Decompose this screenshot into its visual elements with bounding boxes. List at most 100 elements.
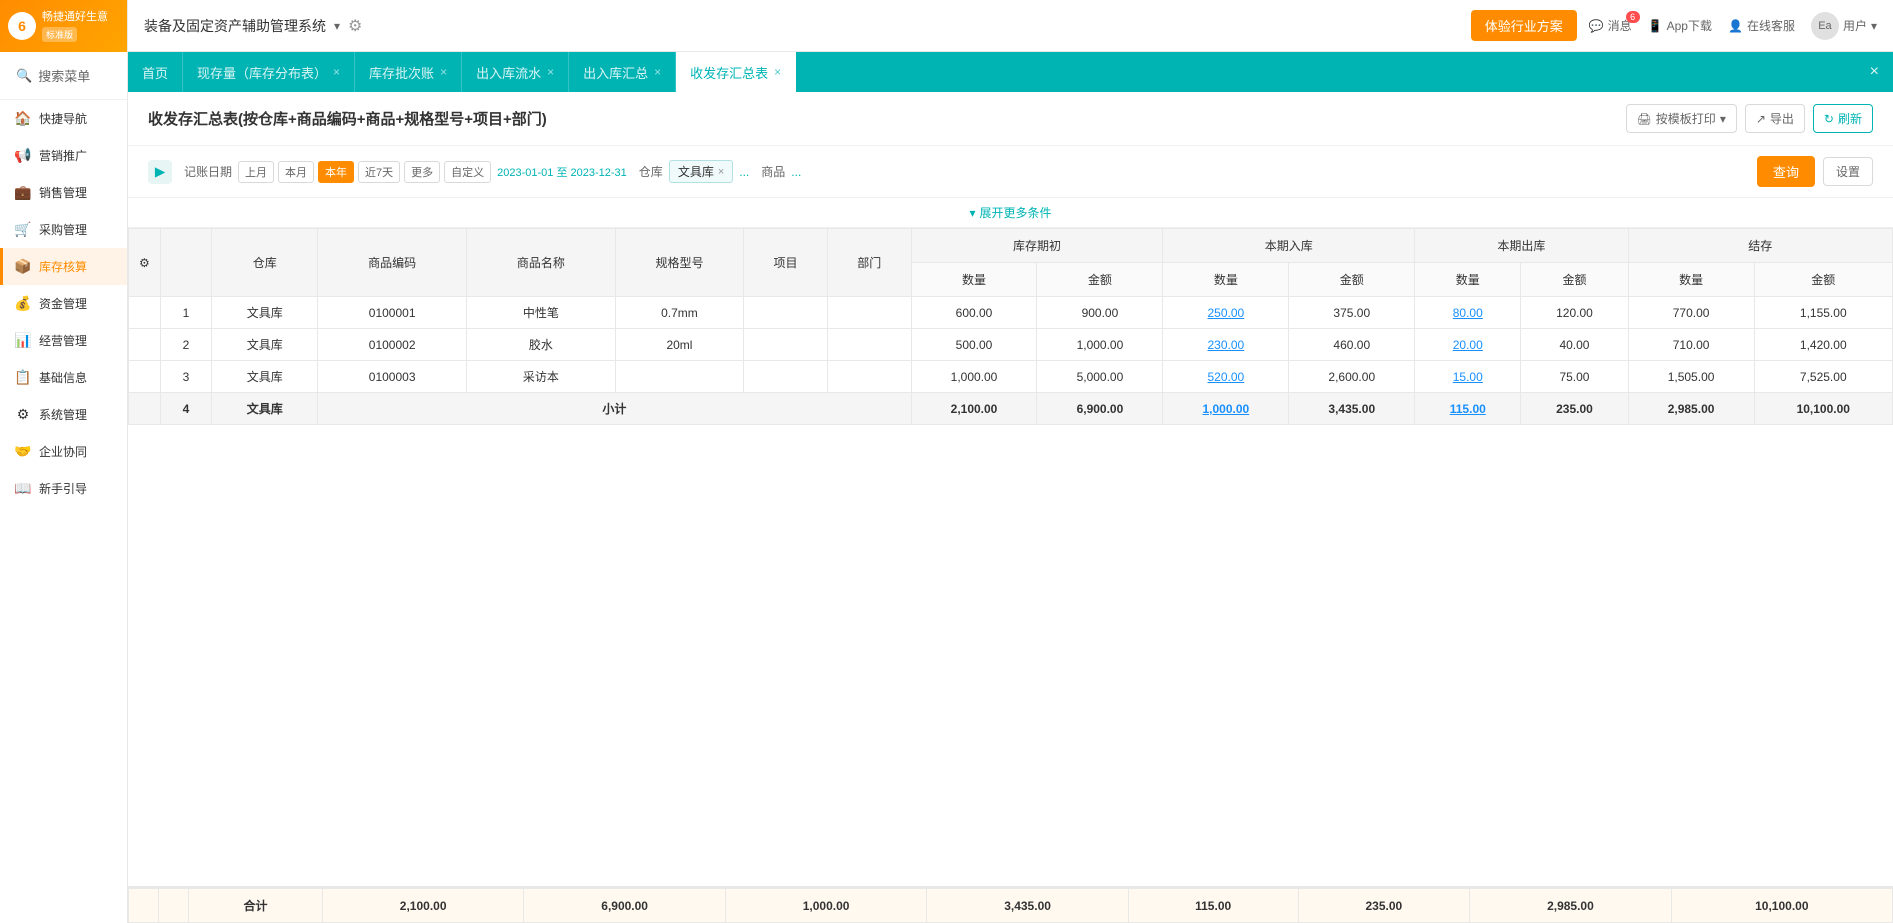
logo-icon: 6	[8, 12, 36, 40]
expand-more-button[interactable]: ▾ 展开更多条件	[969, 204, 1051, 221]
row-out-qty[interactable]: 15.00	[1415, 361, 1521, 393]
subtotal-bal-qty: 2,985.00	[1628, 393, 1754, 425]
query-button[interactable]: 查询	[1757, 156, 1815, 187]
row-name: 胶水	[467, 329, 616, 361]
row-settings	[129, 329, 161, 361]
app-download-label: App下载	[1667, 17, 1712, 34]
row-warehouse: 文具库	[212, 297, 318, 329]
print-label: 按模板打印	[1656, 110, 1716, 127]
row-in-qty[interactable]: 230.00	[1163, 329, 1289, 361]
date-btn-last-month[interactable]: 上月	[238, 161, 274, 183]
tab-close-active-icon[interactable]: ×	[774, 65, 781, 79]
total-row: 合计 2,100.00 6,900.00 1,000.00 3,435.00 1…	[129, 889, 1893, 923]
col-in-qty: 数量	[1163, 263, 1289, 297]
user-action[interactable]: Ea 用户 ▾	[1811, 12, 1877, 40]
tab-bar-close-all[interactable]: ×	[1856, 52, 1893, 92]
sidebar-item-basic-info[interactable]: 📋 基础信息	[0, 359, 127, 396]
tab-batch[interactable]: 库存批次账 ×	[355, 52, 462, 92]
row-settings	[129, 297, 161, 329]
date-range-display: 2023-01-01 至 2023-12-31	[497, 164, 627, 180]
online-service-action[interactable]: 👤 在线客服	[1728, 17, 1795, 34]
enterprise-icon: 🤝	[15, 444, 31, 460]
row-bal-qty: 1,505.00	[1628, 361, 1754, 393]
tab-stock-summary[interactable]: 收发存汇总表 ×	[676, 52, 796, 92]
system-dropdown[interactable]: ▾	[334, 19, 340, 33]
set-button[interactable]: 设置	[1823, 157, 1873, 186]
row-project	[744, 297, 828, 329]
subtotal-out-qty[interactable]: 115.00	[1415, 393, 1521, 425]
export-button[interactable]: ↗ 导出	[1745, 104, 1805, 133]
row-in-qty[interactable]: 520.00	[1163, 361, 1289, 393]
sidebar-item-quick-nav[interactable]: 🏠 快捷导航	[0, 100, 127, 137]
refresh-icon: ↻	[1824, 112, 1834, 126]
sidebar-item-enterprise[interactable]: 🤝 企业协同	[0, 433, 127, 470]
print-button[interactable]: 🖨 按模板打印 ▾	[1626, 104, 1737, 133]
filter-bar: ▶ 记账日期 上月 本月 本年 近7天 更多 自定义 2023-01-01 至 …	[128, 146, 1893, 198]
sidebar-search-section: 🔍 搜索菜单	[0, 52, 127, 100]
total-open-amt: 6,900.00	[524, 889, 725, 923]
row-name: 中性笔	[467, 297, 616, 329]
row-in-amt: 375.00	[1289, 297, 1415, 329]
filter-arrow-button[interactable]: ▶	[148, 160, 172, 184]
message-badge: 6	[1626, 11, 1640, 23]
tab-inventory-dist[interactable]: 现存量（库存分布表） ×	[183, 52, 355, 92]
sidebar-item-inventory[interactable]: 📦 库存核算	[0, 248, 127, 285]
date-btn-more[interactable]: 更多	[404, 161, 440, 183]
row-project	[744, 329, 828, 361]
row-in-qty[interactable]: 250.00	[1163, 297, 1289, 329]
sidebar-item-purchase[interactable]: 🛒 采购管理	[0, 211, 127, 248]
total-seq-col	[159, 889, 189, 923]
sidebar-item-marketing[interactable]: 📢 营销推广	[0, 137, 127, 174]
try-industry-button[interactable]: 体验行业方案	[1471, 10, 1577, 41]
row-open-amt: 1,000.00	[1037, 329, 1163, 361]
row-bal-qty: 770.00	[1628, 297, 1754, 329]
goods-filter-label: 商品	[761, 163, 785, 180]
tab-close-icon[interactable]: ×	[440, 65, 447, 79]
tab-close-icon[interactable]: ×	[547, 65, 554, 79]
sidebar-item-system[interactable]: ⚙ 系统管理	[0, 396, 127, 433]
date-btn-this-month[interactable]: 本月	[278, 161, 314, 183]
app-download-action[interactable]: 📱 App下载	[1648, 17, 1712, 34]
col-out-amt: 金额	[1521, 263, 1628, 297]
table-settings-icon[interactable]: ⚙	[139, 256, 150, 270]
subtotal-seq: 4	[160, 393, 211, 425]
subtotal-open-amt: 6,900.00	[1037, 393, 1163, 425]
date-btn-7days[interactable]: 近7天	[358, 161, 400, 183]
warehouse-more-dots[interactable]: ...	[739, 165, 749, 179]
date-btn-this-year[interactable]: 本年	[318, 161, 354, 183]
row-out-qty[interactable]: 20.00	[1415, 329, 1521, 361]
warehouse-tag-close[interactable]: ×	[718, 166, 724, 178]
tab-close-icon[interactable]: ×	[333, 65, 340, 79]
sidebar-item-operations[interactable]: 📊 经营管理	[0, 322, 127, 359]
row-out-qty[interactable]: 80.00	[1415, 297, 1521, 329]
gear-icon[interactable]: ⚙	[348, 16, 362, 36]
tab-close-icon[interactable]: ×	[654, 65, 661, 79]
tab-flow[interactable]: 出入库流水 ×	[462, 52, 569, 92]
header-actions: 💬 消息 6 📱 App下载 👤 在线客服 Ea 用户 ▾	[1589, 12, 1877, 40]
col-settings[interactable]: ⚙	[129, 229, 161, 297]
tab-home[interactable]: 首页	[128, 52, 183, 92]
sidebar-item-label: 经营管理	[39, 332, 87, 349]
date-btn-custom[interactable]: 自定义	[444, 161, 491, 183]
row-seq: 3	[160, 361, 211, 393]
sidebar-item-sales[interactable]: 💼 销售管理	[0, 174, 127, 211]
refresh-button[interactable]: ↻ 刷新	[1813, 104, 1873, 133]
sidebar-item-finance[interactable]: 💰 资金管理	[0, 285, 127, 322]
col-header-in: 本期入库	[1163, 229, 1415, 263]
goods-more-dots[interactable]: ...	[791, 165, 801, 179]
total-in-qty: 1,000.00	[725, 889, 926, 923]
sidebar-item-beginner[interactable]: 📖 新手引导	[0, 470, 127, 507]
subtotal-in-qty[interactable]: 1,000.00	[1163, 393, 1289, 425]
col-bal-qty: 数量	[1628, 263, 1754, 297]
message-action[interactable]: 💬 消息 6	[1589, 17, 1632, 34]
sidebar-item-label: 库存核算	[39, 258, 87, 275]
app-name: 畅捷通好生意	[42, 10, 108, 25]
sidebar-item-label: 企业协同	[39, 443, 87, 460]
warehouse-tag-value: 文具库	[678, 163, 714, 180]
search-menu-item[interactable]: 🔍 搜索菜单	[8, 60, 119, 91]
col-open-qty: 数量	[911, 263, 1037, 297]
app-badge: 标准版	[42, 27, 77, 42]
tab-in-out-summary[interactable]: 出入库汇总 ×	[569, 52, 676, 92]
col-in-amt: 金额	[1289, 263, 1415, 297]
search-icon: 🔍	[16, 68, 32, 84]
